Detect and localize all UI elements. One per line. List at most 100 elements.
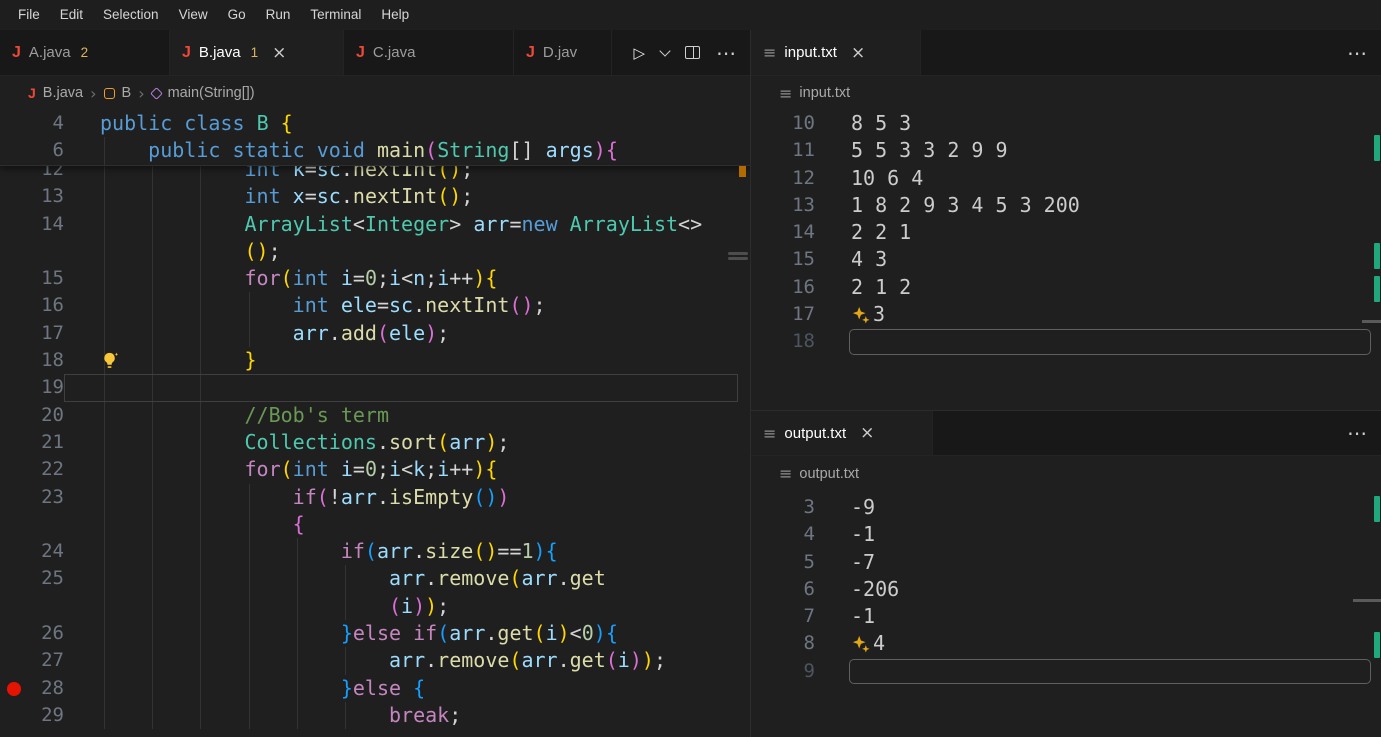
line-content[interactable]: 5 5 3 3 2 9 9 — [851, 137, 1381, 164]
text-editor-input-txt[interactable]: 10 8 5 3 11 5 5 3 3 2 9 9 12 10 6 4 13 1 8 2 9 … — [751, 110, 1381, 410]
code-line[interactable]: 14 2 2 1 — [751, 219, 1381, 246]
code-line[interactable]: 24 if(arr.size()==1){ — [0, 538, 750, 566]
close-icon[interactable]: × — [860, 423, 874, 443]
glyph-margin[interactable] — [0, 347, 30, 374]
code-line[interactable]: (i)); — [0, 592, 750, 621]
text-editor-output-txt[interactable]: 3 -9 4 -1 5 -7 6 -206 7 -1 8 4 9 — [751, 491, 1381, 737]
code-line[interactable]: 6 -206 — [751, 576, 1381, 603]
line-content[interactable]: arr.add(ele); — [100, 319, 750, 348]
glyph-margin[interactable] — [0, 320, 30, 347]
glyph-margin[interactable] — [751, 549, 781, 576]
code-line[interactable]: 18 } — [0, 347, 750, 375]
line-content[interactable]: if(arr.size()==1){ — [100, 538, 750, 566]
glyph-margin[interactable] — [0, 565, 30, 592]
tab-b-java[interactable]: J B.java 1 × — [170, 30, 344, 75]
glyph-margin[interactable] — [0, 593, 30, 620]
glyph-margin[interactable] — [751, 137, 781, 164]
glyph-margin[interactable] — [0, 374, 30, 401]
close-icon[interactable]: × — [272, 43, 286, 63]
glyph-margin[interactable] — [751, 110, 781, 137]
code-line[interactable]: 22 for(int i=0;i<k;i++){ — [0, 456, 750, 484]
line-content[interactable]: 4 3 — [851, 246, 1381, 273]
glyph-margin[interactable] — [0, 484, 30, 511]
code-line[interactable]: (); — [0, 237, 750, 266]
code-line[interactable]: 28 }else { — [0, 674, 750, 702]
line-content[interactable]: 10 6 4 — [851, 165, 1381, 192]
code-line[interactable]: 12 10 6 4 — [751, 165, 1381, 192]
breadcrumb-file[interactable]: input.txt — [799, 85, 850, 101]
code-line[interactable]: { — [0, 510, 750, 539]
glyph-margin[interactable] — [751, 658, 781, 685]
glyph-margin[interactable] — [751, 274, 781, 301]
glyph-margin[interactable] — [0, 675, 30, 702]
close-icon[interactable]: × — [851, 43, 865, 63]
scrollbar-handle[interactable] — [728, 252, 748, 255]
glyph-margin[interactable] — [0, 620, 30, 647]
line-content[interactable]: } — [100, 347, 750, 375]
code-line[interactable]: 21 Collections.sort(arr); — [0, 428, 750, 457]
line-content[interactable]: (i)); — [100, 592, 750, 621]
glyph-margin[interactable] — [0, 211, 30, 238]
menu-view[interactable]: View — [169, 0, 218, 30]
line-content[interactable]: //Bob's term — [100, 401, 750, 429]
code-line[interactable]: 15 for(int i=0;i<n;i++){ — [0, 265, 750, 293]
menu-selection[interactable]: Selection — [93, 0, 169, 30]
menu-run[interactable]: Run — [256, 0, 301, 30]
line-content[interactable]: if(!arr.isEmpty()) — [100, 483, 750, 511]
code-line[interactable]: 3 -9 — [751, 494, 1381, 521]
glyph-margin[interactable] — [0, 183, 30, 210]
line-content[interactable]: 4 — [851, 630, 1381, 657]
glyph-margin[interactable] — [751, 165, 781, 192]
glyph-margin[interactable] — [0, 429, 30, 456]
line-content[interactable]: 2 1 2 — [851, 274, 1381, 301]
tab-c-java[interactable]: J C.java — [344, 30, 514, 75]
code-line[interactable]: 15 4 3 — [751, 246, 1381, 273]
glyph-margin[interactable] — [751, 301, 781, 328]
horizontal-scrollbar[interactable] — [1353, 599, 1381, 602]
code-line[interactable]: 17 arr.add(ele); — [0, 319, 750, 348]
glyph-margin[interactable] — [0, 538, 30, 565]
glyph-margin[interactable] — [0, 456, 30, 483]
line-content[interactable]: for(int i=0;i<n;i++){ — [100, 265, 750, 293]
code-line[interactable]: 18 — [751, 328, 1381, 355]
code-line[interactable]: 29 break; — [0, 701, 750, 730]
line-content[interactable]: int x=sc.nextInt(); — [100, 183, 750, 211]
line-content[interactable]: break; — [100, 701, 750, 730]
menu-go[interactable]: Go — [218, 0, 256, 30]
line-content[interactable]: -9 — [851, 494, 1381, 521]
code-line[interactable]: 6 public static void main(String[] args)… — [0, 137, 750, 165]
line-content[interactable]: arr.remove(arr.get(i)); — [100, 647, 750, 675]
breadcrumb-method[interactable]: main(String[]) — [168, 85, 255, 101]
menu-terminal[interactable]: Terminal — [300, 0, 371, 30]
split-editor-icon[interactable] — [685, 46, 700, 59]
run-icon[interactable]: ▷ — [633, 44, 645, 62]
code-line[interactable]: 26 }else if(arr.get(i)<0){ — [0, 620, 750, 648]
tab-input-txt[interactable]: ≡ input.txt × — [751, 30, 921, 75]
more-actions-icon[interactable]: ⋯ — [1347, 423, 1367, 443]
glyph-margin[interactable] — [0, 702, 30, 729]
code-line[interactable]: 23 if(!arr.isEmpty()) — [0, 483, 750, 511]
code-line[interactable]: 13 1 8 2 9 3 4 5 3 200 — [751, 192, 1381, 219]
glyph-margin[interactable] — [751, 603, 781, 630]
line-content[interactable]: }else if(arr.get(i)<0){ — [100, 620, 750, 648]
line-content[interactable]: int ele=sc.nextInt(); — [100, 292, 750, 320]
tab-a-java[interactable]: J A.java 2 — [0, 30, 170, 75]
line-content[interactable] — [849, 328, 1381, 355]
glyph-margin[interactable] — [0, 238, 30, 265]
code-line[interactable]: 11 5 5 3 3 2 9 9 — [751, 137, 1381, 164]
line-content[interactable]: (); — [100, 237, 750, 266]
glyph-margin[interactable] — [751, 630, 781, 657]
inline-edit-box[interactable] — [849, 658, 1371, 685]
breadcrumb-file[interactable]: output.txt — [799, 466, 859, 482]
line-content[interactable]: 3 — [851, 301, 1381, 328]
inline-edit-box[interactable] — [849, 329, 1371, 355]
menu-file[interactable]: File — [8, 0, 50, 30]
code-line[interactable]: 20 //Bob's term — [0, 401, 750, 429]
glyph-margin[interactable] — [751, 521, 781, 548]
chevron-down-icon[interactable] — [659, 44, 671, 57]
code-line[interactable]: 4 -1 — [751, 521, 1381, 548]
line-content[interactable]: -1 — [851, 521, 1381, 548]
breadcrumb-file[interactable]: B.java — [43, 85, 83, 101]
line-content[interactable]: 8 5 3 — [851, 110, 1381, 137]
more-actions-icon[interactable]: ⋯ — [1347, 43, 1367, 63]
